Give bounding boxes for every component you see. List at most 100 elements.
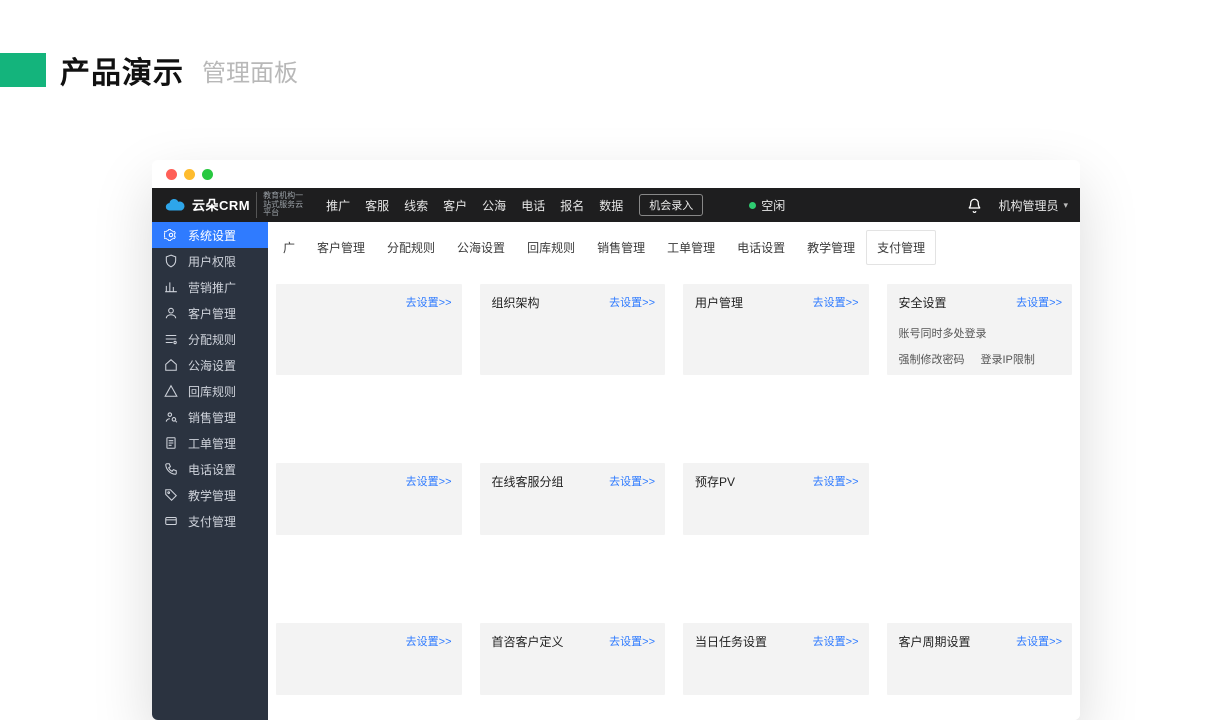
go-settings-link[interactable]: 去设置>> bbox=[1016, 633, 1062, 649]
chevron-down-icon: ▾ bbox=[1063, 200, 1068, 211]
tab-3[interactable]: 公海设置 bbox=[446, 230, 516, 265]
cloud-logo-icon bbox=[164, 194, 186, 216]
sidebar-item-label: 销售管理 bbox=[188, 409, 236, 426]
go-settings-link[interactable]: 去设置>> bbox=[406, 633, 452, 649]
card-0-2: 用户管理 去设置>> bbox=[683, 284, 869, 375]
card-icon bbox=[164, 514, 178, 528]
tag-icon bbox=[164, 488, 178, 502]
go-settings-link[interactable]: 去设置>> bbox=[1016, 294, 1062, 310]
chip[interactable]: 账号同时多处登录 bbox=[899, 325, 987, 341]
card-title: 预存PV bbox=[695, 475, 735, 489]
main-content: 广客户管理分配规则公海设置回库规则销售管理工单管理电话设置教学管理支付管理 去设… bbox=[152, 222, 1080, 720]
window-controls bbox=[152, 160, 1080, 188]
go-settings-link[interactable]: 去设置>> bbox=[406, 294, 452, 310]
settings-icon bbox=[164, 228, 178, 242]
sidebar-item-4[interactable]: 分配规则 bbox=[152, 326, 268, 352]
sidebar-item-0[interactable]: 系统设置 bbox=[152, 222, 268, 248]
nav-item-phone[interactable]: 电话 bbox=[521, 197, 545, 214]
brand: 云朵CRM 教育机构一站式服务云平台 bbox=[164, 192, 306, 218]
go-settings-link[interactable]: 去设置>> bbox=[813, 473, 859, 489]
sidebar-item-9[interactable]: 电话设置 bbox=[152, 456, 268, 482]
chip[interactable]: 登录IP限制 bbox=[981, 351, 1035, 367]
go-settings-link[interactable]: 去设置>> bbox=[609, 294, 655, 310]
nav-item-signup[interactable]: 报名 bbox=[560, 197, 584, 214]
phone-icon bbox=[164, 462, 178, 476]
card-2-0: 去设置>> bbox=[276, 623, 462, 695]
minimize-dot-icon[interactable] bbox=[184, 169, 195, 180]
tab-4[interactable]: 回库规则 bbox=[516, 230, 586, 265]
go-settings-link[interactable]: 去设置>> bbox=[609, 473, 655, 489]
tab-1[interactable]: 客户管理 bbox=[306, 230, 376, 265]
sidebar-item-label: 系统设置 bbox=[188, 227, 236, 244]
go-settings-link[interactable]: 去设置>> bbox=[609, 633, 655, 649]
card-title: 组织架构 bbox=[492, 296, 540, 310]
status-dot-icon bbox=[749, 202, 756, 209]
sidebar-item-label: 回库规则 bbox=[188, 383, 236, 400]
sidebar-item-7[interactable]: 销售管理 bbox=[152, 404, 268, 430]
chip[interactable]: 强制修改密码 bbox=[899, 351, 965, 367]
card-grid-2: 去设置>> 在线客服分组 去设置>> 预存PV 去设置>> bbox=[268, 445, 1080, 535]
shield-icon bbox=[164, 254, 178, 268]
card-1-1: 在线客服分组 去设置>> bbox=[480, 463, 666, 535]
tab-9[interactable]: 支付管理 bbox=[866, 230, 936, 265]
heading-sub: 管理面板 bbox=[202, 53, 298, 88]
house-icon bbox=[164, 358, 178, 372]
card-1-2: 预存PV 去设置>> bbox=[683, 463, 869, 535]
sidebar-item-label: 客户管理 bbox=[188, 305, 236, 322]
tab-6[interactable]: 工单管理 bbox=[656, 230, 726, 265]
card-2-2: 当日任务设置 去设置>> bbox=[683, 623, 869, 695]
user-menu[interactable]: 机构管理员 ▾ bbox=[998, 197, 1068, 214]
sidebar-item-label: 分配规则 bbox=[188, 331, 236, 348]
card-2-1: 首咨客户定义 去设置>> bbox=[480, 623, 666, 695]
bell-icon[interactable] bbox=[967, 198, 982, 213]
close-dot-icon[interactable] bbox=[166, 169, 177, 180]
card-title: 首咨客户定义 bbox=[492, 635, 564, 649]
search-person-icon bbox=[164, 410, 178, 424]
card-0-0: 去设置>> bbox=[276, 284, 462, 375]
card-title: 客户周期设置 bbox=[899, 635, 971, 649]
sidebar-item-10[interactable]: 教学管理 bbox=[152, 482, 268, 508]
sidebar-item-label: 支付管理 bbox=[188, 513, 236, 530]
status-indicator: 空闲 bbox=[749, 197, 785, 214]
tabs: 广客户管理分配规则公海设置回库规则销售管理工单管理电话设置教学管理支付管理 bbox=[268, 222, 1080, 266]
go-settings-link[interactable]: 去设置>> bbox=[406, 473, 452, 489]
sidebar: 系统设置用户权限营销推广客户管理分配规则公海设置回库规则销售管理工单管理电话设置… bbox=[152, 222, 268, 720]
card-title: 用户管理 bbox=[695, 296, 743, 310]
nav-item-customers[interactable]: 客户 bbox=[443, 197, 467, 214]
nav-item-service[interactable]: 客服 bbox=[365, 197, 389, 214]
tab-7[interactable]: 电话设置 bbox=[726, 230, 796, 265]
sidebar-item-1[interactable]: 用户权限 bbox=[152, 248, 268, 274]
sidebar-item-label: 教学管理 bbox=[188, 487, 236, 504]
card-0-3: 安全设置去设置>>账号同时多处登录强制修改密码登录IP限制 bbox=[887, 284, 1073, 375]
brand-tagline: 教育机构一站式服务云平台 bbox=[256, 192, 306, 218]
card-0-1: 组织架构 去设置>> bbox=[480, 284, 666, 375]
record-opportunity-button[interactable]: 机会录入 bbox=[639, 194, 703, 216]
user-icon bbox=[164, 306, 178, 320]
sidebar-item-11[interactable]: 支付管理 bbox=[152, 508, 268, 534]
sidebar-item-2[interactable]: 营销推广 bbox=[152, 274, 268, 300]
tab-2[interactable]: 分配规则 bbox=[376, 230, 446, 265]
card-title: 在线客服分组 bbox=[492, 475, 564, 489]
status-label: 空闲 bbox=[761, 197, 785, 214]
sidebar-item-label: 营销推广 bbox=[188, 279, 236, 296]
topbar: 云朵CRM 教育机构一站式服务云平台 推广 客服 线索 客户 公海 电话 报名 … bbox=[152, 188, 1080, 222]
sidebar-item-label: 用户权限 bbox=[188, 253, 236, 270]
tab-8[interactable]: 教学管理 bbox=[796, 230, 866, 265]
card-grid-1: 去设置>>组织架构去设置>>用户管理去设置>>安全设置去设置>>账号同时多处登录… bbox=[268, 266, 1080, 375]
nav-item-data[interactable]: 数据 bbox=[599, 197, 623, 214]
tab-0[interactable]: 广 bbox=[272, 230, 306, 265]
tab-5[interactable]: 销售管理 bbox=[586, 230, 656, 265]
sidebar-item-6[interactable]: 回库规则 bbox=[152, 378, 268, 404]
nav-item-leads[interactable]: 线索 bbox=[404, 197, 428, 214]
card-title: 当日任务设置 bbox=[695, 635, 767, 649]
sidebar-item-5[interactable]: 公海设置 bbox=[152, 352, 268, 378]
sidebar-item-8[interactable]: 工单管理 bbox=[152, 430, 268, 456]
go-settings-link[interactable]: 去设置>> bbox=[813, 294, 859, 310]
sidebar-item-label: 工单管理 bbox=[188, 435, 236, 452]
nav-item-promote[interactable]: 推广 bbox=[326, 197, 350, 214]
sidebar-item-3[interactable]: 客户管理 bbox=[152, 300, 268, 326]
maximize-dot-icon[interactable] bbox=[202, 169, 213, 180]
nav-item-pool[interactable]: 公海 bbox=[482, 197, 506, 214]
go-settings-link[interactable]: 去设置>> bbox=[813, 633, 859, 649]
app-window: 云朵CRM 教育机构一站式服务云平台 推广 客服 线索 客户 公海 电话 报名 … bbox=[152, 160, 1080, 720]
